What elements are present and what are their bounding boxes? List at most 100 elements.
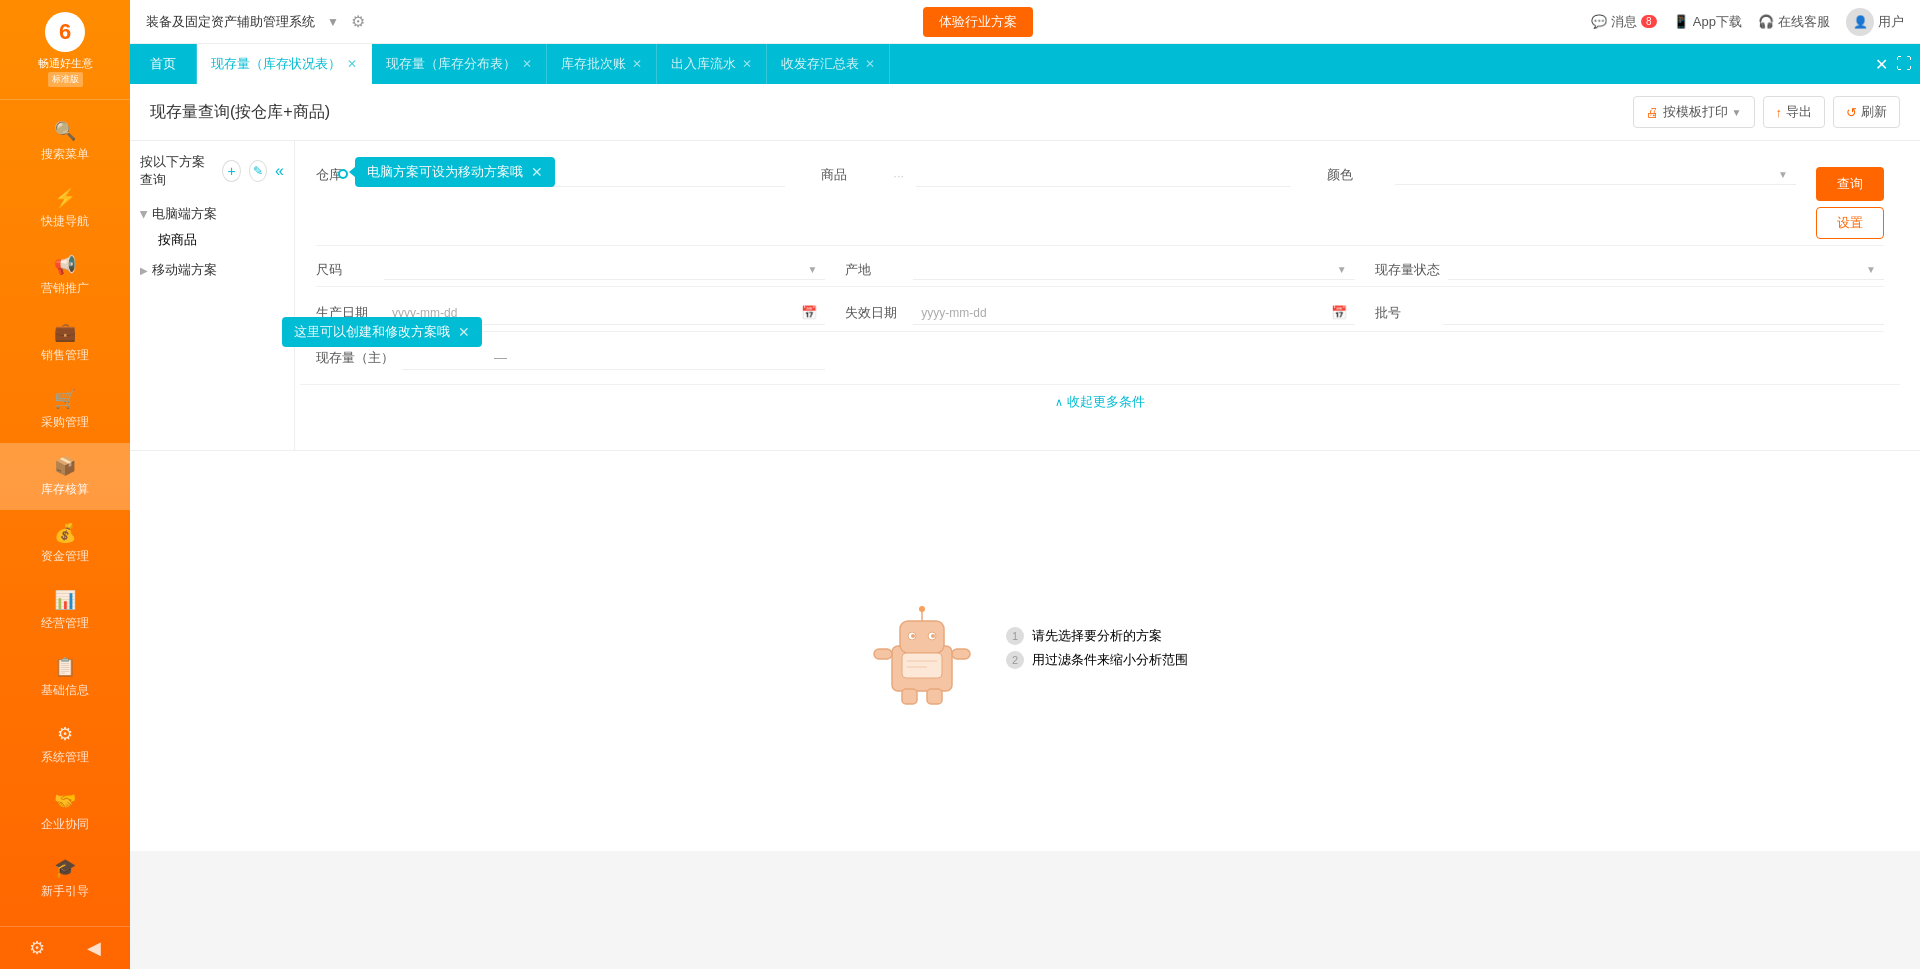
print-dropdown-icon: ▼ — [1732, 107, 1742, 118]
trial-button[interactable]: 体验行业方案 — [923, 7, 1033, 37]
app-download-label: App下载 — [1693, 13, 1742, 31]
close-tabs-icon[interactable]: ✕ — [1875, 55, 1888, 74]
tooltip-1-text: 电脑方案可设为移动方案哦 — [367, 163, 523, 181]
refresh-button[interactable]: ↺ 刷新 — [1833, 96, 1900, 128]
goods-input[interactable] — [916, 163, 1290, 187]
tab-inventory-flow[interactable]: 出入库流水 ✕ — [657, 44, 767, 84]
mobile-scheme-group: ▶ 移动端方案 — [140, 257, 284, 283]
collapse-bar[interactable]: ∧ 收起更多条件 — [300, 384, 1900, 419]
system-dropdown-icon[interactable]: ▼ — [327, 15, 339, 29]
sidebar-item-basic[interactable]: 📋 基础信息 — [0, 644, 130, 711]
tab-label: 出入库流水 — [671, 55, 736, 73]
tab-inventory-summary[interactable]: 收发存汇总表 ✕ — [767, 44, 890, 84]
back-scheme-button[interactable]: « — [275, 162, 284, 180]
page-actions: 🖨 按模板打印 ▼ ↑ 导出 ↺ 刷新 — [1633, 96, 1900, 128]
tab-home[interactable]: 首页 — [130, 44, 197, 84]
color-select[interactable]: ▼ — [1395, 165, 1796, 185]
sidebar-item-label: 搜索菜单 — [41, 146, 89, 163]
edit-scheme-button[interactable]: ✎ — [249, 160, 267, 182]
tabs-bar: 首页 现存量（库存状况表） ✕ 现存量（库存分布表） ✕ 库存批次账 ✕ 出入库… — [130, 44, 1920, 84]
quick-nav-icon: ⚡ — [54, 187, 76, 209]
svg-rect-10 — [902, 689, 917, 704]
export-button[interactable]: ↑ 导出 — [1763, 96, 1826, 128]
tabs-right-actions: ✕ ⛶ — [1867, 44, 1920, 84]
mobile-scheme-item[interactable]: ▶ 移动端方案 — [140, 257, 284, 283]
size-select[interactable]: ▼ — [384, 260, 825, 280]
empty-state: 1 请先选择要分析的方案 2 用过滤条件来缩小分析范围 — [130, 451, 1920, 851]
mobile-icon: 📱 — [1673, 14, 1689, 29]
collapse-sidebar-icon[interactable]: ◀ — [87, 937, 101, 959]
sidebar-item-quick-nav[interactable]: ⚡ 快捷导航 — [0, 175, 130, 242]
sidebar-item-search-menu[interactable]: 🔍 搜索菜单 — [0, 108, 130, 175]
batch-no-label: 批号 — [1375, 304, 1435, 322]
stock-status-select[interactable]: ▼ — [1448, 260, 1884, 280]
desktop-scheme-item[interactable]: ▶ 电脑端方案 — [140, 201, 284, 227]
sidebar-item-guide[interactable]: 🎓 新手引导 — [0, 845, 130, 912]
operation-icon: 📊 — [54, 589, 76, 611]
enterprise-icon: 🤝 — [54, 790, 76, 812]
goods-scheme-item[interactable]: 按商品 — [154, 227, 284, 253]
tab-close-icon[interactable]: ✕ — [742, 57, 752, 71]
export-icon: ↑ — [1776, 105, 1783, 120]
sidebar-item-label: 营销推广 — [41, 280, 89, 297]
goods-dots[interactable]: ··· — [893, 168, 904, 183]
export-label: 导出 — [1786, 103, 1812, 121]
header-gear-icon[interactable]: ⚙ — [351, 12, 365, 31]
origin-field: 产地 ▼ — [845, 260, 1354, 280]
online-service-action[interactable]: 🎧 在线客服 — [1758, 13, 1830, 31]
add-scheme-button[interactable]: + — [222, 160, 240, 182]
stock-qty-min-input[interactable] — [410, 350, 490, 365]
basic-icon: 📋 — [54, 656, 76, 678]
page-header: 现存量查询(按仓库+商品) 🖨 按模板打印 ▼ ↑ 导出 ↺ 刷新 — [130, 84, 1920, 141]
calendar-icon-prod[interactable]: 📅 — [801, 305, 817, 320]
sidebar-item-system[interactable]: ⚙ 系统管理 — [0, 711, 130, 778]
sidebar-item-label: 经营管理 — [41, 615, 89, 632]
color-dropdown-icon: ▼ — [1778, 169, 1788, 180]
settings-icon[interactable]: ⚙ — [29, 937, 45, 959]
tab-close-icon[interactable]: ✕ — [865, 57, 875, 71]
sidebar-item-sales[interactable]: 💼 销售管理 — [0, 309, 130, 376]
print-template-button[interactable]: 🖨 按模板打印 ▼ — [1633, 96, 1755, 128]
tab-close-icon[interactable]: ✕ — [347, 57, 357, 71]
sidebar: 6 畅通好生意 标准版 🔍 搜索菜单 ⚡ 快捷导航 📢 营销推广 💼 销售管理 … — [0, 0, 130, 969]
app-download-action[interactable]: 📱 App下载 — [1673, 13, 1742, 31]
step-1-text: 请先选择要分析的方案 — [1032, 627, 1162, 645]
batch-no-input[interactable] — [1443, 301, 1884, 325]
message-icon: 💬 — [1591, 14, 1607, 29]
origin-dropdown-icon: ▼ — [1337, 264, 1347, 275]
stock-status-field: 现存量状态 ▼ — [1375, 260, 1884, 280]
tooltip-1-close[interactable]: ✕ — [531, 164, 543, 180]
tab-close-icon[interactable]: ✕ — [632, 57, 642, 71]
expiry-date-label: 失效日期 — [845, 304, 905, 322]
origin-select[interactable]: ▼ — [913, 260, 1354, 280]
scheme-dot-indicator — [338, 169, 348, 179]
reset-button[interactable]: 设置 — [1816, 207, 1884, 239]
stock-qty-range[interactable]: — — [402, 346, 825, 370]
maximize-icon[interactable]: ⛶ — [1896, 55, 1912, 73]
user-action[interactable]: 👤 用户 — [1846, 8, 1904, 36]
message-action[interactable]: 💬 消息 8 — [1591, 13, 1657, 31]
app-logo-icon: 6 — [45, 12, 85, 52]
inventory-icon: 📦 — [54, 455, 76, 477]
purchase-icon: 🛒 — [54, 388, 76, 410]
sidebar-item-marketing[interactable]: 📢 营销推广 — [0, 242, 130, 309]
calendar-icon-exp[interactable]: 📅 — [1331, 305, 1347, 320]
stock-status-dropdown-icon: ▼ — [1866, 264, 1876, 275]
tooltip-2-close[interactable]: ✕ — [458, 324, 470, 340]
sidebar-item-finance[interactable]: 💰 资金管理 — [0, 510, 130, 577]
tab-inventory-dist[interactable]: 现存量（库存分布表） ✕ — [372, 44, 547, 84]
expiry-date-input[interactable]: yyyy-mm-dd 📅 — [913, 301, 1354, 325]
tab-inventory-batch[interactable]: 库存批次账 ✕ — [547, 44, 657, 84]
print-icon: 🖨 — [1646, 105, 1659, 120]
tab-close-icon[interactable]: ✕ — [522, 57, 532, 71]
sidebar-item-operation[interactable]: 📊 经营管理 — [0, 577, 130, 644]
svg-rect-8 — [874, 649, 892, 659]
scheme-tree: ▶ 电脑端方案 按商品 ▶ 移动端方案 — [140, 201, 284, 283]
page-title: 现存量查询(按仓库+商品) — [150, 102, 330, 123]
tab-inventory-status[interactable]: 现存量（库存状况表） ✕ — [197, 44, 372, 84]
sidebar-item-purchase[interactable]: 🛒 采购管理 — [0, 376, 130, 443]
search-button[interactable]: 查询 — [1816, 167, 1884, 201]
sidebar-item-enterprise[interactable]: 🤝 企业协同 — [0, 778, 130, 845]
stock-qty-label: 现存量（主） — [316, 349, 394, 367]
sidebar-item-inventory[interactable]: 📦 库存核算 — [0, 443, 130, 510]
